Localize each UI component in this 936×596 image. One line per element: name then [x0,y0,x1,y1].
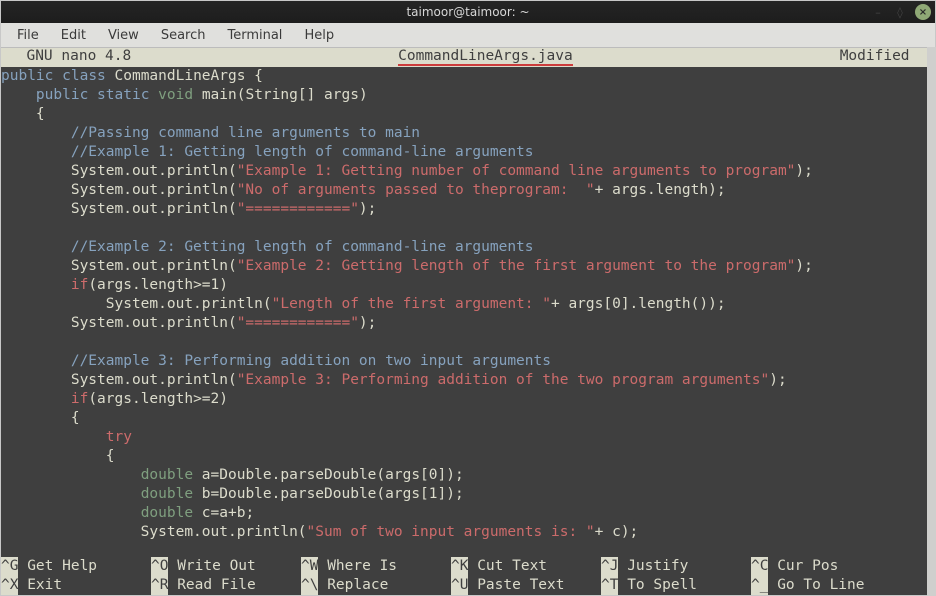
terminal-area[interactable]: GNU nano 4.8 CommandLineArgs.java Modifi… [1,48,935,595]
menu-help[interactable]: Help [294,26,344,45]
nano-filename: CommandLineArgs.java [398,48,573,66]
editor-content[interactable]: public class CommandLineArgs { public st… [1,67,935,542]
code-line: //Passing command line arguments to main [1,124,935,143]
key-label: Go To Line [768,576,864,595]
maximize-icon[interactable]: ◊ [893,5,907,19]
key-write-out[interactable]: ^O [151,557,168,576]
menu-view[interactable]: View [98,26,149,45]
key-label: Replace [318,576,388,595]
key-label: Cut Text [468,557,547,576]
code-line: System.out.println("============"); [1,314,935,333]
code-line: double c=a+b; [1,504,935,523]
code-line: if(args.length>=2) [1,390,935,409]
key-label: Justify [618,557,688,576]
code-line: System.out.println("============"); [1,200,935,219]
footer-row-1: ^G Get Help ^O Write Out ^W Where Is ^K … [1,557,935,576]
key-label: Get Help [18,557,97,576]
code-line: { [1,105,935,124]
key-cur-pos[interactable]: ^C [751,557,768,576]
window-title: taimoor@taimoor: ~ [406,5,529,19]
code-line: System.out.println("Length of the first … [1,295,935,314]
key-read-file[interactable]: ^R [151,576,168,595]
nano-header: GNU nano 4.8 CommandLineArgs.java Modifi… [1,48,935,67]
nano-status: Modified [832,48,935,67]
window-titlebar: taimoor@taimoor: ~ – ◊ × [1,1,935,23]
key-replace[interactable]: ^\ [301,576,318,595]
code-line: System.out.println("Sum of two input arg… [1,523,935,542]
code-line: try [1,428,935,447]
footer-row-2: ^X Exit ^R Read File ^\ Replace ^U Paste… [1,576,935,595]
menu-terminal[interactable]: Terminal [217,26,292,45]
scroll-thumb[interactable] [927,47,936,596]
menubar: File Edit View Search Terminal Help [1,23,935,48]
key-label: Where Is [318,557,397,576]
code-line: public class CommandLineArgs { [1,67,935,86]
nano-version: GNU nano 4.8 [1,48,139,67]
key-go-to-line[interactable]: ^_ [751,576,768,595]
key-justify[interactable]: ^J [601,557,618,576]
code-line: { [1,409,935,428]
key-label: Write Out [168,557,255,576]
key-get-help[interactable]: ^G [1,557,18,576]
window-controls: – ◊ × [871,4,931,20]
key-to-spell[interactable]: ^T [601,576,618,595]
key-label: Cur Pos [768,557,838,576]
minimize-icon[interactable]: – [871,5,885,19]
nano-filename-wrap: CommandLineArgs.java [139,48,831,67]
key-where-is[interactable]: ^W [301,557,318,576]
code-line: System.out.println("Example 1: Getting n… [1,162,935,181]
key-label: To Spell [618,576,697,595]
nano-footer: ^G Get Help ^O Write Out ^W Where Is ^K … [1,557,935,595]
code-line: System.out.println("No of arguments pass… [1,181,935,200]
scrollbar[interactable] [927,47,936,596]
code-line: double b=Double.parseDouble(args[1]); [1,485,935,504]
key-label: Exit [18,576,62,595]
key-label: Read File [168,576,255,595]
menu-search[interactable]: Search [151,26,216,45]
key-paste-text[interactable]: ^U [451,576,468,595]
code-line [1,219,935,238]
code-line: System.out.println("Example 3: Performin… [1,371,935,390]
key-label: Paste Text [468,576,564,595]
code-line: System.out.println("Example 2: Getting l… [1,257,935,276]
menu-file[interactable]: File [7,26,49,45]
menu-edit[interactable]: Edit [51,26,96,45]
code-line: double a=Double.parseDouble(args[0]); [1,466,935,485]
terminal-window: taimoor@taimoor: ~ – ◊ × File Edit View … [0,0,936,596]
code-line: //Example 1: Getting length of command-l… [1,143,935,162]
key-cut-text[interactable]: ^K [451,557,468,576]
key-exit[interactable]: ^X [1,576,18,595]
code-line: if(args.length>=1) [1,276,935,295]
code-line [1,333,935,352]
code-line: public static void main(String[] args) [1,86,935,105]
close-icon[interactable]: × [915,4,931,20]
code-line: { [1,447,935,466]
code-line: //Example 2: Getting length of command-l… [1,238,935,257]
code-line: //Example 3: Performing addition on two … [1,352,935,371]
